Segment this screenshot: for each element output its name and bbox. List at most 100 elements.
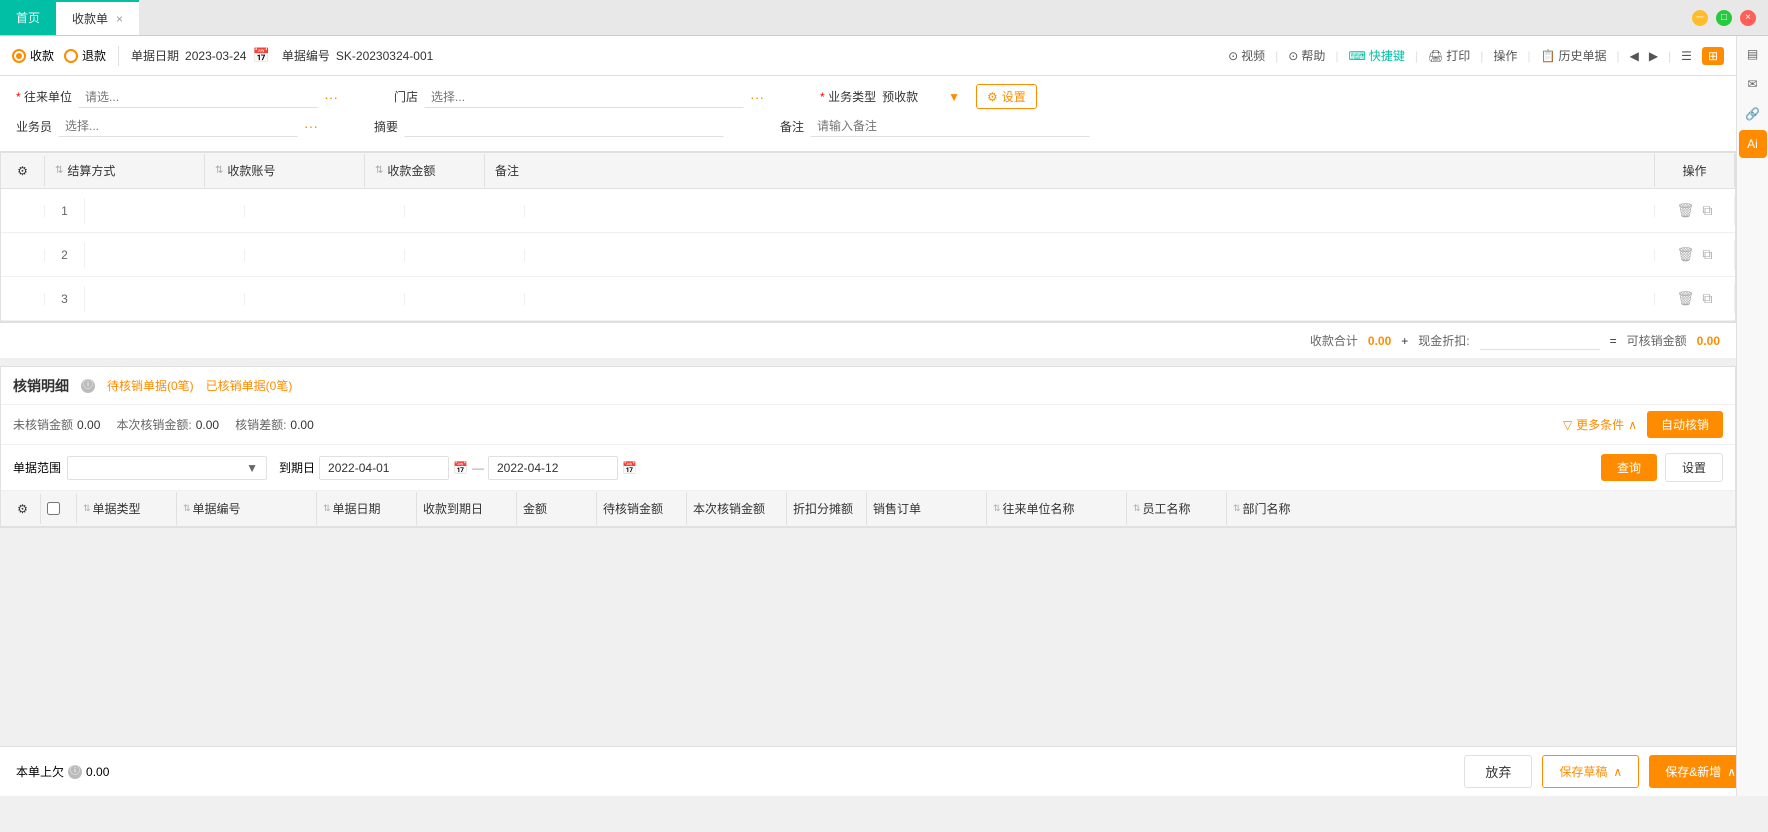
th-settings[interactable]: ⚙ [1, 156, 45, 186]
td-remark-1[interactable] [525, 205, 1655, 217]
partner-label: 往来单位 [16, 88, 72, 105]
td-payment-3[interactable] [85, 293, 245, 305]
td-payment-1[interactable] [85, 205, 245, 217]
total-label: 收款合计 [1310, 332, 1358, 349]
delete-icon-2[interactable]: 🗑 [1677, 246, 1695, 263]
delete-icon-3[interactable]: 🗑 [1677, 290, 1695, 307]
sidebar-mail-icon: ✉ [1747, 77, 1757, 91]
filter-actions: 查询 设置 [1601, 453, 1723, 482]
help-icon: ⊙ [1288, 49, 1298, 63]
save-draft-button[interactable]: 保存草稿 ∧ [1542, 755, 1639, 788]
verify-settings-button[interactable]: 设置 [1665, 453, 1723, 482]
calendar-icon[interactable]: 📅 [252, 47, 269, 64]
bottom-bar: 本单上欠 ⓘ 0.00 放弃 保存草稿 ∧ 保存&新增 ∧ [0, 746, 1768, 796]
maximize-button[interactable]: □ [1716, 10, 1732, 26]
td-no-1: 1 [45, 198, 85, 224]
bottom-stat-info-icon[interactable]: ⓘ [68, 765, 82, 779]
radio-group: 收款 退款 [12, 47, 106, 64]
dth-dept: ⇅ 部门名称 [1227, 492, 1327, 525]
minimize-button[interactable]: ─ [1692, 10, 1708, 26]
tab-current[interactable]: 收款单 × [56, 0, 139, 35]
row-no-2: 2 [61, 248, 68, 262]
query-button[interactable]: 查询 [1601, 454, 1657, 481]
business-type-dropdown[interactable]: ▼ [948, 90, 960, 104]
partner-input[interactable] [78, 86, 318, 108]
help-btn[interactable]: ⊙ 帮助 [1288, 47, 1325, 64]
tab-home[interactable]: 首页 [0, 0, 56, 35]
available-value: 0.00 [1697, 334, 1720, 348]
this-verify-stat: 本次核销金额: 0.00 [116, 416, 219, 433]
salesperson-more-icon[interactable]: ··· [304, 118, 318, 134]
discount-input[interactable] [1480, 331, 1600, 350]
delete-icon-1[interactable]: 🗑 [1677, 202, 1695, 219]
window-controls: ─ □ × [1692, 10, 1768, 26]
bill-range-select[interactable]: ▼ [67, 456, 267, 480]
select-all-checkbox[interactable] [47, 502, 60, 515]
discard-button[interactable]: 放弃 [1464, 755, 1532, 788]
salesperson-input[interactable] [58, 115, 298, 137]
due-date-to-input[interactable] [488, 456, 618, 480]
save-draft-arrow-icon: ∧ [1613, 765, 1622, 779]
copy-icon-2[interactable]: ⧉ [1702, 246, 1712, 263]
td-payment-2[interactable] [85, 249, 245, 261]
pending-tab[interactable]: 待核销单据(0笔) [107, 375, 194, 396]
td-account-1[interactable] [245, 205, 405, 217]
td-amount-1[interactable] [405, 205, 525, 217]
bill-date-value: 2023-03-24 [185, 49, 246, 63]
note-input[interactable] [810, 115, 1090, 137]
bottom-spacer [0, 528, 1736, 578]
sidebar-ai-btn[interactable]: Ai [1739, 130, 1767, 158]
form-view-btn[interactable]: ⊞ [1702, 47, 1724, 65]
list-view-btn[interactable]: ☰ [1681, 49, 1692, 63]
partner-more-icon[interactable]: ··· [324, 89, 338, 105]
more-conditions-btn[interactable]: ▽ 更多条件 ∧ [1563, 416, 1637, 433]
business-type-value: 预收款 [882, 88, 942, 105]
td-remark-3[interactable] [525, 293, 1655, 305]
td-remark-2[interactable] [525, 249, 1655, 261]
store-more-icon[interactable]: ··· [750, 89, 764, 105]
verify-stats: 未核销金额 0.00 本次核销金额: 0.00 核销差额: 0.00 ▽ 更多条… [1, 405, 1735, 445]
verify-info-icon[interactable]: ⓘ [81, 379, 95, 393]
due-date-from-input[interactable] [319, 456, 449, 480]
tab-close-icon[interactable]: × [116, 12, 123, 26]
filter-icon: ▽ [1563, 418, 1572, 432]
dth-settings[interactable]: ⚙ [5, 494, 41, 524]
copy-icon-3[interactable]: ⧉ [1702, 290, 1712, 307]
radio-collection[interactable]: 收款 [12, 47, 54, 64]
td-account-3[interactable] [245, 293, 405, 305]
auto-verify-button[interactable]: 自动核销 [1647, 411, 1723, 438]
print-label: 打印 [1446, 47, 1470, 64]
td-account-2[interactable] [245, 249, 405, 261]
settings-button[interactable]: ⚙ 设置 [976, 84, 1037, 109]
print-btn[interactable]: 🖨 打印 [1428, 47, 1470, 64]
note-label: 备注 [780, 118, 804, 135]
operation-btn[interactable]: 操作 [1493, 47, 1517, 64]
store-input[interactable] [424, 86, 744, 108]
gear-icon: ⚙ [17, 164, 28, 178]
td-amount-3[interactable] [405, 293, 525, 305]
history-btn[interactable]: 📋 历史单据 [1540, 47, 1606, 64]
shortcut-icon: ⌨ [1349, 49, 1366, 63]
prev-btn[interactable]: ◀ [1630, 49, 1639, 63]
close-button[interactable]: × [1740, 10, 1756, 26]
next-btn[interactable]: ▶ [1649, 49, 1658, 63]
summary-input[interactable] [404, 115, 724, 137]
td-settings-1 [1, 205, 45, 217]
video-btn[interactable]: ⊙ 视频 [1228, 47, 1265, 64]
shortcut-btn[interactable]: ⌨ 快捷键 [1349, 47, 1405, 64]
dth-check[interactable] [41, 494, 77, 523]
done-tab[interactable]: 已核销单据(0笔) [206, 375, 293, 396]
settings-gear-icon: ⚙ [987, 90, 998, 104]
radio-refund[interactable]: 退款 [64, 47, 106, 64]
sidebar-table-btn[interactable]: ▤ [1739, 40, 1767, 68]
copy-icon-1[interactable]: ⧉ [1702, 202, 1712, 219]
sidebar-mail-btn[interactable]: ✉ [1739, 70, 1767, 98]
data-table-header: ⚙ ⇅ 单据类型 ⇅ 单据编号 ⇅ 单据日期 收款到期日 [1, 491, 1735, 527]
td-amount-2[interactable] [405, 249, 525, 261]
dth-amount: 金额 [517, 492, 597, 525]
toolbar-right: ⊙ 视频 | ⊙ 帮助 | ⌨ 快捷键 | 🖨 打印 | 操作 | [1228, 47, 1724, 65]
sidebar-link-btn[interactable]: 🔗 [1739, 100, 1767, 128]
bill-no-value: SK-20230324-001 [336, 49, 433, 63]
dth-bill-date-label: 单据日期 [333, 500, 381, 517]
date-to-calendar-icon: 📅 [622, 461, 637, 475]
